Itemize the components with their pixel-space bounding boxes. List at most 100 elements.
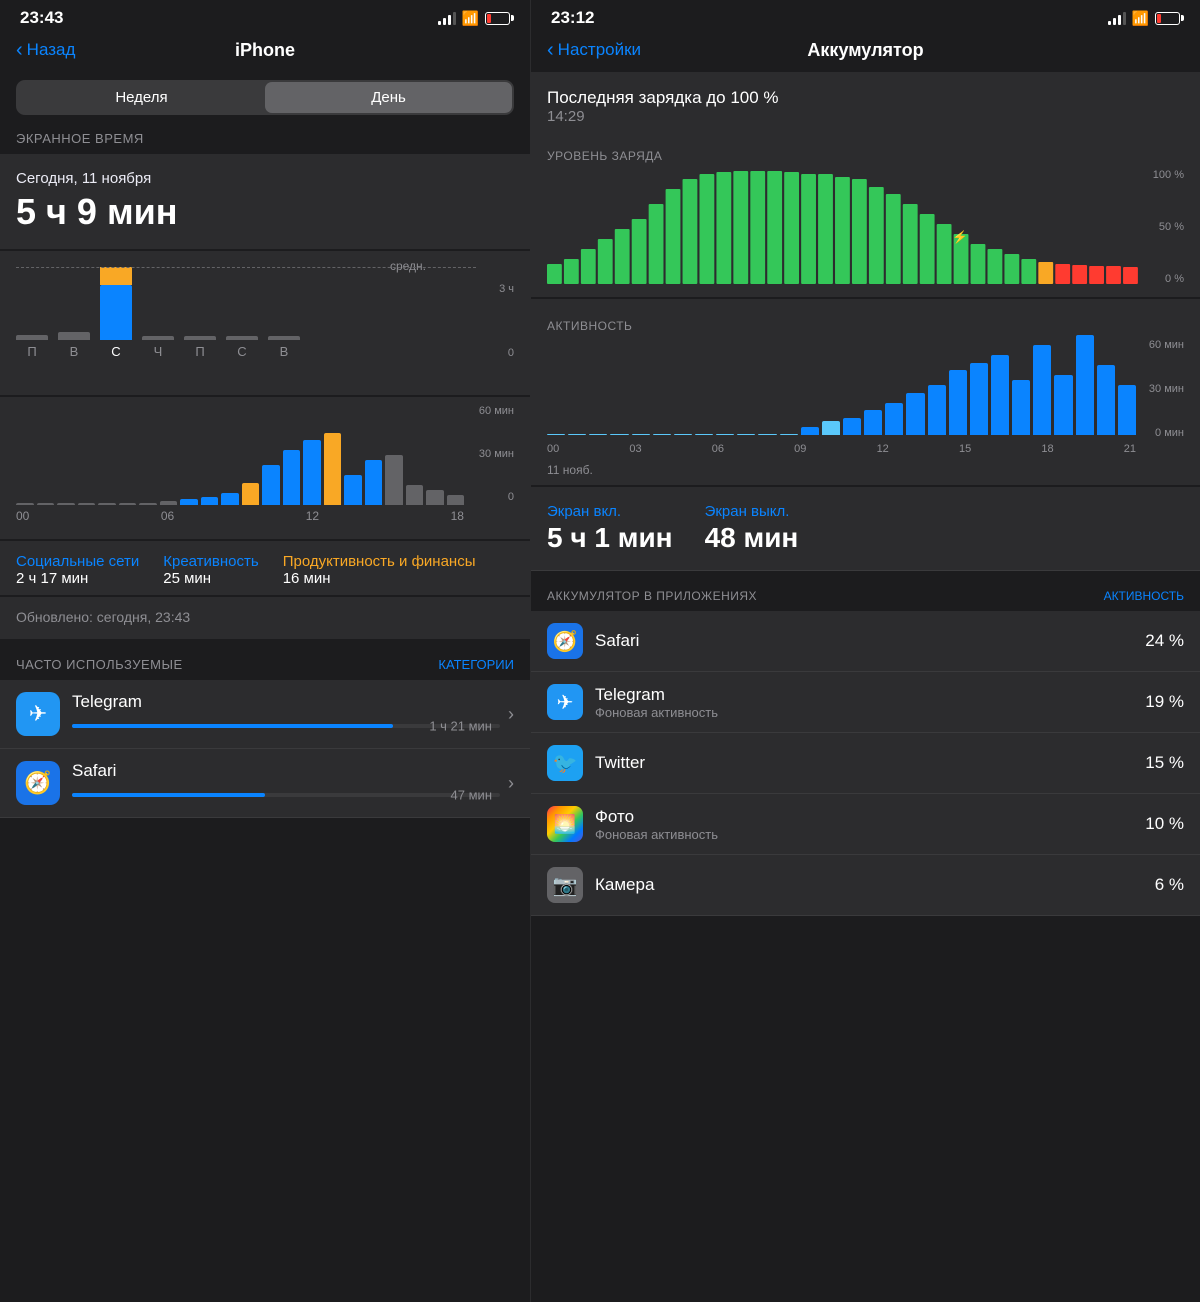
hourly-chart: 00 06 12 18 60 мин 30 мин 0 xyxy=(0,397,530,539)
telegram-chevron-icon: › xyxy=(508,704,514,725)
category-social-time: 2 ч 17 мин xyxy=(16,570,139,587)
activity-y-labels: 60 мин 30 мин 0 мин xyxy=(1136,339,1184,439)
segment-day[interactable]: День xyxy=(265,82,512,113)
safari-bar xyxy=(72,793,265,797)
left-status-bar: 23:43 📶 xyxy=(0,0,530,32)
svg-text:⚡: ⚡ xyxy=(952,229,968,245)
weekly-y-top: 3 ч xyxy=(499,283,514,295)
right-wifi-icon: 📶 xyxy=(1132,10,1149,27)
telegram-bar-wrap: 1 ч 21 мин xyxy=(72,716,500,736)
left-status-time: 23:43 xyxy=(20,8,63,28)
camera-battery-icon: 📷 xyxy=(547,867,583,903)
segment-week[interactable]: Неделя xyxy=(18,82,265,113)
bar-в2: В xyxy=(268,336,300,359)
safari-battery-icon: 🧭 xyxy=(547,623,583,659)
battery-app-safari: 🧭 Safari 24 % xyxy=(531,611,1200,672)
act-x-3: 03 xyxy=(629,443,641,455)
twitter-battery-percent: 15 % xyxy=(1145,753,1184,773)
telegram-battery-sub: Фоновая активность xyxy=(595,705,1145,720)
left-panel: 23:43 📶 ‹ Назад iPhone Неделя День ЭКРАН… xyxy=(0,0,530,1302)
left-back-button[interactable]: ‹ Назад xyxy=(16,40,75,60)
weekly-chart: средн. П В xyxy=(0,251,530,395)
screen-on-stat: Экран вкл. 5 ч 1 мин xyxy=(547,503,673,554)
battery-apps-action[interactable]: АКТИВНОСТЬ xyxy=(1104,589,1184,603)
category-productivity-time: 16 мин xyxy=(283,570,476,587)
left-nav-bar: ‹ Назад iPhone xyxy=(0,32,530,72)
hourly-bars-row xyxy=(16,405,464,505)
right-panel: 23:12 📶 ‹ Настройки Аккумулятор Последня… xyxy=(530,0,1200,1302)
act-x-21: 21 xyxy=(1124,443,1136,455)
telegram-bar xyxy=(72,724,393,728)
safari-battery-percent: 24 % xyxy=(1145,631,1184,651)
battery-chart-svg: ⚡ xyxy=(547,169,1140,289)
right-back-button[interactable]: ‹ Настройки xyxy=(547,40,641,60)
app-item-safari[interactable]: 🧭 Safari 47 мин › xyxy=(0,749,530,818)
act-x-12: 12 xyxy=(877,443,889,455)
category-creative-name: Креативность xyxy=(163,553,258,570)
bar-п1: П xyxy=(16,335,48,359)
screen-time-date: Сегодня, 11 ноября xyxy=(16,170,514,187)
frequent-section-header: ЧАСТО ИСПОЛЬЗУЕМЫЕ КАТЕГОРИИ xyxy=(0,641,530,680)
battery-app-photos: 🌅 Фото Фоновая активность 10 % xyxy=(531,794,1200,855)
hourly-y-labels: 60 мин 30 мин 0 xyxy=(464,405,514,523)
hourly-x-labels: 00 06 12 18 xyxy=(16,505,464,523)
hourly-y-mid: 30 мин xyxy=(479,448,514,460)
camera-battery-info: Камера xyxy=(595,875,1155,895)
category-creative: Креативность 25 мин xyxy=(163,553,258,587)
update-text: Обновлено: сегодня, 23:43 xyxy=(16,609,190,625)
activity-x-labels: 00 03 06 09 12 15 18 21 xyxy=(547,439,1136,463)
screen-off-stat: Экран выкл. 48 мин xyxy=(705,503,799,554)
battery-section: Последняя зарядка до 100 % 14:29 УРОВЕНЬ… xyxy=(531,72,1200,297)
act-x-6: 06 xyxy=(712,443,724,455)
safari-battery-info: Safari xyxy=(595,631,1145,651)
activity-bars-row xyxy=(547,339,1136,439)
photos-battery-icon: 🌅 xyxy=(547,806,583,842)
right-back-label: Настройки xyxy=(558,40,641,60)
screen-on-value: 5 ч 1 мин xyxy=(547,522,673,554)
act-y-top: 60 мин xyxy=(1149,339,1184,351)
right-status-time: 23:12 xyxy=(551,8,594,28)
category-productivity: Продуктивность и финансы 16 мин xyxy=(283,553,476,587)
weekly-y-labels: 3 ч 0 xyxy=(476,259,514,379)
categories-row: Социальные сети 2 ч 17 мин Креативность … xyxy=(0,541,530,595)
photos-battery-sub: Фоновая активность xyxy=(595,827,1145,842)
avg-line xyxy=(16,267,476,268)
app-item-telegram[interactable]: ✈ Telegram 1 ч 21 мин › xyxy=(0,680,530,749)
charge-y-labels: 100 % 50 % 0 % xyxy=(1140,169,1184,289)
telegram-battery-name: Telegram xyxy=(595,685,1145,705)
hourly-y-bot: 0 xyxy=(508,491,514,503)
right-status-icons: 📶 xyxy=(1108,10,1180,27)
camera-battery-percent: 6 % xyxy=(1155,875,1184,895)
safari-battery-name: Safari xyxy=(595,631,1145,651)
right-nav-title: Аккумулятор xyxy=(807,40,923,61)
screen-time-section-label: ЭКРАННОЕ ВРЕМЯ xyxy=(0,131,530,154)
screen-time-section: Сегодня, 11 ноября 5 ч 9 мин xyxy=(0,154,530,249)
telegram-battery-percent: 19 % xyxy=(1145,692,1184,712)
screen-on-label: Экран вкл. xyxy=(547,503,673,520)
act-y-mid: 30 мин xyxy=(1149,383,1184,395)
battery-apps-title: АККУМУЛЯТОР В ПРИЛОЖЕНИЯХ xyxy=(547,589,757,603)
camera-battery-name: Камера xyxy=(595,875,1155,895)
battery-level-chart: ⚡ 100 % 50 % 0 % xyxy=(547,169,1184,289)
hourly-x-18: 18 xyxy=(451,509,464,523)
last-charge: Последняя зарядка до 100 % 14:29 xyxy=(547,88,1184,125)
safari-info: Safari 47 мин xyxy=(72,761,500,805)
hourly-x-0: 00 xyxy=(16,509,29,523)
left-back-label: Назад xyxy=(27,40,76,60)
act-x-15: 15 xyxy=(959,443,971,455)
photos-battery-info: Фото Фоновая активность xyxy=(595,807,1145,842)
last-charge-time: 14:29 xyxy=(547,108,1184,125)
battery-apps-header: АККУМУЛЯТОР В ПРИЛОЖЕНИЯХ АКТИВНОСТЬ xyxy=(531,573,1200,611)
hourly-bars-wrap: 00 06 12 18 xyxy=(16,405,464,523)
categories-action[interactable]: КАТЕГОРИИ xyxy=(438,657,514,672)
right-signal-icon xyxy=(1108,12,1126,25)
weekly-y-bot: 0 xyxy=(508,347,514,359)
screen-stats: Экран вкл. 5 ч 1 мин Экран выкл. 48 мин xyxy=(531,487,1200,571)
back-chevron-icon: ‹ xyxy=(16,40,23,60)
safari-chevron-icon: › xyxy=(508,773,514,794)
telegram-icon: ✈ xyxy=(16,692,60,736)
right-status-bar: 23:12 📶 xyxy=(531,0,1200,32)
bar-п2: П xyxy=(184,336,216,359)
photos-battery-percent: 10 % xyxy=(1145,814,1184,834)
bar-с2: С xyxy=(226,336,258,359)
